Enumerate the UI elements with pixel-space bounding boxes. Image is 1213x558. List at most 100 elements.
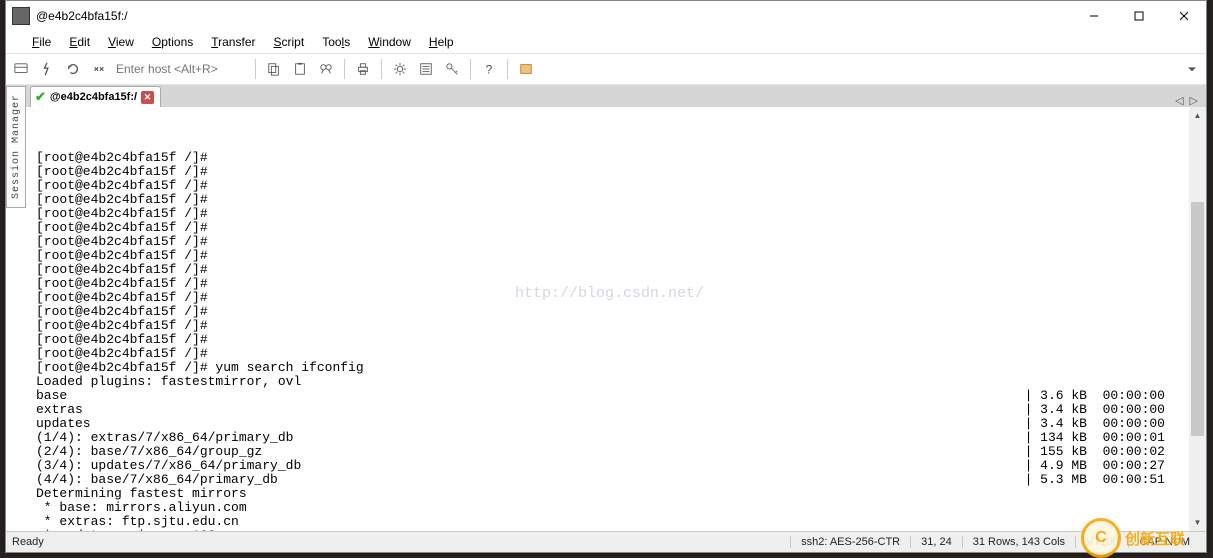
terminal-row-right: | 4.9 MB 00:00:27 xyxy=(1025,459,1185,473)
menu-window[interactable]: Window xyxy=(360,33,419,51)
tab-nav: ◁ ▷ xyxy=(1175,94,1206,107)
tabbar: ✔ @e4b2c4bfa15f:/ ✕ ◁ ▷ xyxy=(6,85,1206,107)
terminal-row-right: | 134 kB 00:00:01 xyxy=(1025,431,1185,445)
scroll-up-icon[interactable]: ▲ xyxy=(1189,107,1206,124)
terminal-line: Loaded plugins: fastestmirror, ovl xyxy=(36,375,1185,389)
side-tab-label: Session Manager xyxy=(11,94,22,199)
terminal-line: [root@e4b2c4bfa15f /]# xyxy=(36,249,1185,263)
terminal-row-right: | 3.6 kB 00:00:00 xyxy=(1025,389,1185,403)
tab-label: @e4b2c4bfa15f:/ xyxy=(50,91,137,103)
status-connection: ssh2: AES-256-CTR xyxy=(790,536,910,548)
scroll-thumb[interactable] xyxy=(1191,202,1204,436)
terminal-command-line: [root@e4b2c4bfa15f /]# yum search ifconf… xyxy=(36,361,1185,375)
terminal-row: (1/4): extras/7/x86_64/primary_db | 134 k… xyxy=(36,431,1185,445)
terminal-line: [root@e4b2c4bfa15f /]# xyxy=(36,207,1185,221)
toolbar-separator xyxy=(344,59,345,79)
close-tab-icon[interactable]: ✕ xyxy=(141,91,154,104)
toolbar-separator xyxy=(507,59,508,79)
menubar: File Edit View Options Transfer Script T… xyxy=(6,31,1206,53)
terminal-line: [root@e4b2c4bfa15f /]# xyxy=(36,221,1185,235)
terminal-row-right: | 5.3 MB 00:00:51 xyxy=(1025,473,1185,487)
maximize-button[interactable] xyxy=(1116,1,1161,31)
menu-view[interactable]: View xyxy=(100,33,142,51)
app-window: @e4b2c4bfa15f:/ File Edit View Options T… xyxy=(5,0,1207,553)
terminal-row: (2/4): base/7/x86_64/group_gz | 155 kB 00… xyxy=(36,445,1185,459)
toolbar-separator xyxy=(255,59,256,79)
toolbar-separator xyxy=(470,59,471,79)
menu-script[interactable]: Script xyxy=(266,33,313,51)
terminal-line: [root@e4b2c4bfa15f /]# xyxy=(36,347,1185,361)
status-ready: Ready xyxy=(12,536,54,548)
status-cursor-pos: 31, 24 xyxy=(910,536,962,548)
terminal-row-left: (2/4): base/7/x86_64/group_gz xyxy=(36,445,262,459)
terminal-row-left: base xyxy=(36,389,67,403)
toolbar-separator xyxy=(381,59,382,79)
terminal-row-left: (1/4): extras/7/x86_64/primary_db xyxy=(36,431,293,445)
menu-options[interactable]: Options xyxy=(144,33,201,51)
terminal-row-right: | 3.4 kB 00:00:00 xyxy=(1025,417,1185,431)
terminal-line: [root@e4b2c4bfa15f /]# xyxy=(36,333,1185,347)
session-manager-icon[interactable] xyxy=(10,58,32,80)
paste-icon[interactable] xyxy=(289,58,311,80)
svg-text:?: ? xyxy=(486,62,493,76)
menu-transfer[interactable]: Transfer xyxy=(203,33,263,51)
minimize-button[interactable] xyxy=(1071,1,1116,31)
terminal-row: extras | 3.4 kB 00:00:00 xyxy=(36,403,1185,417)
find-icon[interactable] xyxy=(315,58,337,80)
status-dimensions: 31 Rows, 143 Cols xyxy=(962,536,1075,548)
terminal-row-left: extras xyxy=(36,403,83,417)
terminal-line: * extras: ftp.sjtu.edu.cn xyxy=(36,515,1185,529)
terminal-line: [root@e4b2c4bfa15f /]# xyxy=(36,319,1185,333)
terminal-line: [root@e4b2c4bfa15f /]# xyxy=(36,291,1185,305)
quick-connect-icon[interactable] xyxy=(36,58,58,80)
session-tab[interactable]: ✔ @e4b2c4bfa15f:/ ✕ xyxy=(30,86,161,107)
host-input[interactable] xyxy=(114,58,248,80)
terminal-line: [root@e4b2c4bfa15f /]# xyxy=(36,235,1185,249)
disconnect-icon[interactable] xyxy=(88,58,110,80)
scrollbar[interactable]: ▲ ▼ xyxy=(1189,107,1206,531)
toolbar-overflow-icon[interactable] xyxy=(1182,59,1202,79)
xshell-icon[interactable] xyxy=(515,58,537,80)
terminal-row: (3/4): updates/7/x86_64/primary_db | 4.9 … xyxy=(36,459,1185,473)
terminal[interactable]: http://blog.csdn.net/ [root@e4b2c4bfa15f… xyxy=(30,107,1189,531)
properties-icon[interactable] xyxy=(415,58,437,80)
menu-edit[interactable]: Edit xyxy=(61,33,98,51)
terminal-line: [root@e4b2c4bfa15f /]# xyxy=(36,193,1185,207)
menu-tools[interactable]: Tools xyxy=(314,33,358,51)
session-manager-side-tab[interactable]: Session Manager xyxy=(6,86,26,208)
window-title: @e4b2c4bfa15f:/ xyxy=(36,9,1071,23)
menu-help[interactable]: Help xyxy=(421,33,462,51)
statusbar: Ready ssh2: AES-256-CTR 31, 24 31 Rows, … xyxy=(6,531,1206,552)
terminal-wrap: http://blog.csdn.net/ [root@e4b2c4bfa15f… xyxy=(6,107,1206,531)
terminal-line: [root@e4b2c4bfa15f /]# xyxy=(36,165,1185,179)
print-icon[interactable] xyxy=(352,58,374,80)
terminal-row-right: | 3.4 kB 00:00:00 xyxy=(1025,403,1185,417)
terminal-line: [root@e4b2c4bfa15f /]# xyxy=(36,151,1185,165)
reconnect-icon[interactable] xyxy=(62,58,84,80)
terminal-row-left: updates xyxy=(36,417,91,431)
tab-next-icon[interactable]: ▷ xyxy=(1190,94,1198,107)
menu-file[interactable]: File xyxy=(24,33,59,51)
app-icon xyxy=(12,7,30,25)
terminal-line: [root@e4b2c4bfa15f /]# xyxy=(36,179,1185,193)
terminal-line: Determining fastest mirrors xyxy=(36,487,1185,501)
terminal-row-left: (3/4): updates/7/x86_64/primary_db xyxy=(36,459,301,473)
brand-glyph-icon: C xyxy=(1081,518,1121,558)
brand-text: 创新互联 xyxy=(1125,528,1185,549)
terminal-line: [root@e4b2c4bfa15f /]# xyxy=(36,277,1185,291)
help-icon[interactable]: ? xyxy=(478,58,500,80)
terminal-row-right: | 155 kB 00:00:02 xyxy=(1025,445,1185,459)
close-button[interactable] xyxy=(1161,1,1206,31)
gear-icon[interactable] xyxy=(389,58,411,80)
terminal-line: [root@e4b2c4bfa15f /]# xyxy=(36,305,1185,319)
terminal-line: * base: mirrors.aliyun.com xyxy=(36,501,1185,515)
tab-prev-icon[interactable]: ◁ xyxy=(1175,94,1183,107)
terminal-row-left: (4/4): base/7/x86_64/primary_db xyxy=(36,473,278,487)
terminal-row: (4/4): base/7/x86_64/primary_db | 5.3 MB … xyxy=(36,473,1185,487)
terminal-line: * updates: mirrors.163.com xyxy=(36,529,1185,531)
brand-badge: C 创新互联 xyxy=(1081,520,1211,556)
terminal-row: base | 3.6 kB 00:00:00 xyxy=(36,389,1185,403)
copy-icon[interactable] xyxy=(263,58,285,80)
scroll-track[interactable] xyxy=(1189,124,1206,514)
key-icon[interactable] xyxy=(441,58,463,80)
